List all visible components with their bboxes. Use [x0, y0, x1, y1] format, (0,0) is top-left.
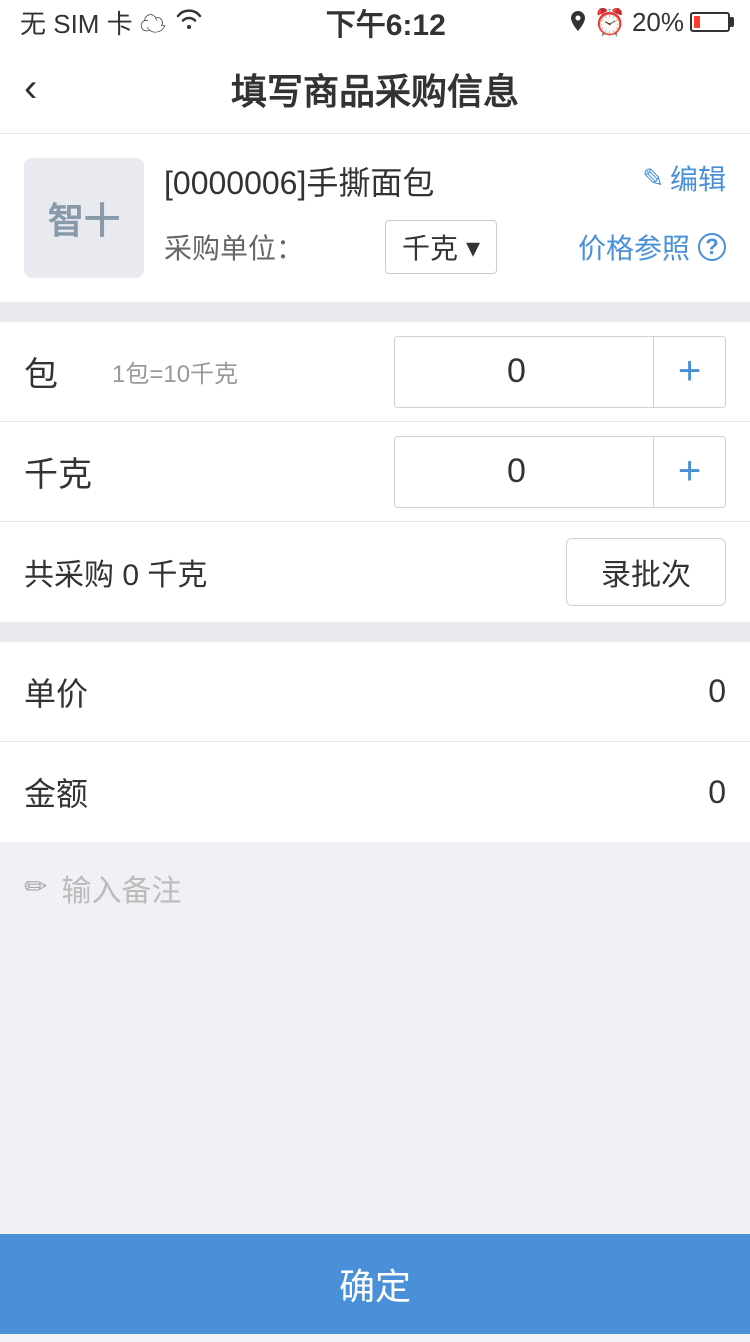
chevron-down-icon: ▾ — [466, 231, 480, 264]
product-image: 智十 — [24, 158, 144, 278]
battery-icon — [690, 12, 730, 32]
kg-label: 千克 — [24, 447, 104, 496]
kg-input-row: 千克 + — [0, 422, 750, 522]
bag-plus-button[interactable]: + — [654, 336, 726, 408]
product-section: 智十 [0000006]手撕面包 ✎ 编辑 采购单位： 千克 ▾ 价格参照 ? — [0, 134, 750, 302]
unit-select[interactable]: 千克 ▾ — [385, 220, 497, 274]
location-icon — [568, 7, 588, 38]
total-text: 共采购 0 千克 — [24, 550, 207, 594]
notes-section[interactable]: ✏ 输入备注 — [0, 842, 750, 942]
confirm-button[interactable]: 确定 — [0, 1234, 750, 1334]
unit-price-value: 0 — [708, 673, 726, 710]
notes-placeholder: 输入备注 — [61, 866, 181, 910]
kg-input-wrapper: + — [394, 436, 726, 508]
section-divider-1 — [0, 302, 750, 322]
edit-button[interactable]: ✎ 编辑 — [642, 158, 726, 198]
help-icon: ? — [698, 233, 726, 261]
empty-content-area — [0, 942, 750, 1242]
sim-status: 无 SIM 卡 ☁ — [20, 4, 166, 41]
quantity-section: 包 1包=10千克 + 千克 + — [0, 322, 750, 522]
amount-row: 金额 0 — [0, 742, 750, 842]
amount-value: 0 — [708, 774, 726, 811]
back-button[interactable]: ‹ — [24, 66, 37, 111]
batch-button[interactable]: 录批次 — [566, 538, 726, 606]
total-row: 共采购 0 千克 录批次 — [0, 522, 750, 622]
kg-input[interactable] — [394, 436, 654, 508]
wifi-icon — [174, 7, 204, 38]
bag-input-row: 包 1包=10千克 + — [0, 322, 750, 422]
pencil-icon: ✏ — [24, 870, 47, 903]
kg-plus-button[interactable]: + — [654, 436, 726, 508]
status-left: 无 SIM 卡 ☁ — [20, 4, 204, 41]
price-section: 单价 0 金额 0 — [0, 642, 750, 842]
bag-label: 包 — [24, 347, 104, 396]
status-right: ⏰ 20% — [568, 7, 730, 38]
product-logo: 智十 — [48, 192, 120, 244]
amount-label: 金额 — [24, 769, 88, 815]
alarm-icon: ⏰ — [594, 7, 626, 38]
unit-label: 采购单位： — [164, 227, 304, 267]
section-divider-2 — [0, 622, 750, 642]
product-info: [0000006]手撕面包 ✎ 编辑 采购单位： 千克 ▾ 价格参照 ? — [164, 158, 726, 274]
unit-price-label: 单价 — [24, 669, 88, 715]
status-time: 下午6:12 — [326, 0, 446, 44]
product-unit-row: 采购单位： 千克 ▾ 价格参照 ? — [164, 220, 726, 274]
unit-price-row: 单价 0 — [0, 642, 750, 742]
nav-bar: ‹ 填写商品采购信息 — [0, 44, 750, 134]
edit-icon: ✎ — [642, 163, 664, 194]
product-header: [0000006]手撕面包 ✎ 编辑 — [164, 158, 726, 204]
bag-input-wrapper: + — [394, 336, 726, 408]
price-ref-button[interactable]: 价格参照 ? — [578, 227, 726, 267]
status-bar: 无 SIM 卡 ☁ 下午6:12 ⏰ 20% — [0, 0, 750, 44]
bag-input[interactable] — [394, 336, 654, 408]
product-name: [0000006]手撕面包 — [164, 158, 434, 204]
bag-sub-label: 1包=10千克 — [112, 354, 394, 389]
battery-percent: 20% — [632, 7, 684, 38]
page-title: 填写商品采购信息 — [231, 63, 519, 115]
